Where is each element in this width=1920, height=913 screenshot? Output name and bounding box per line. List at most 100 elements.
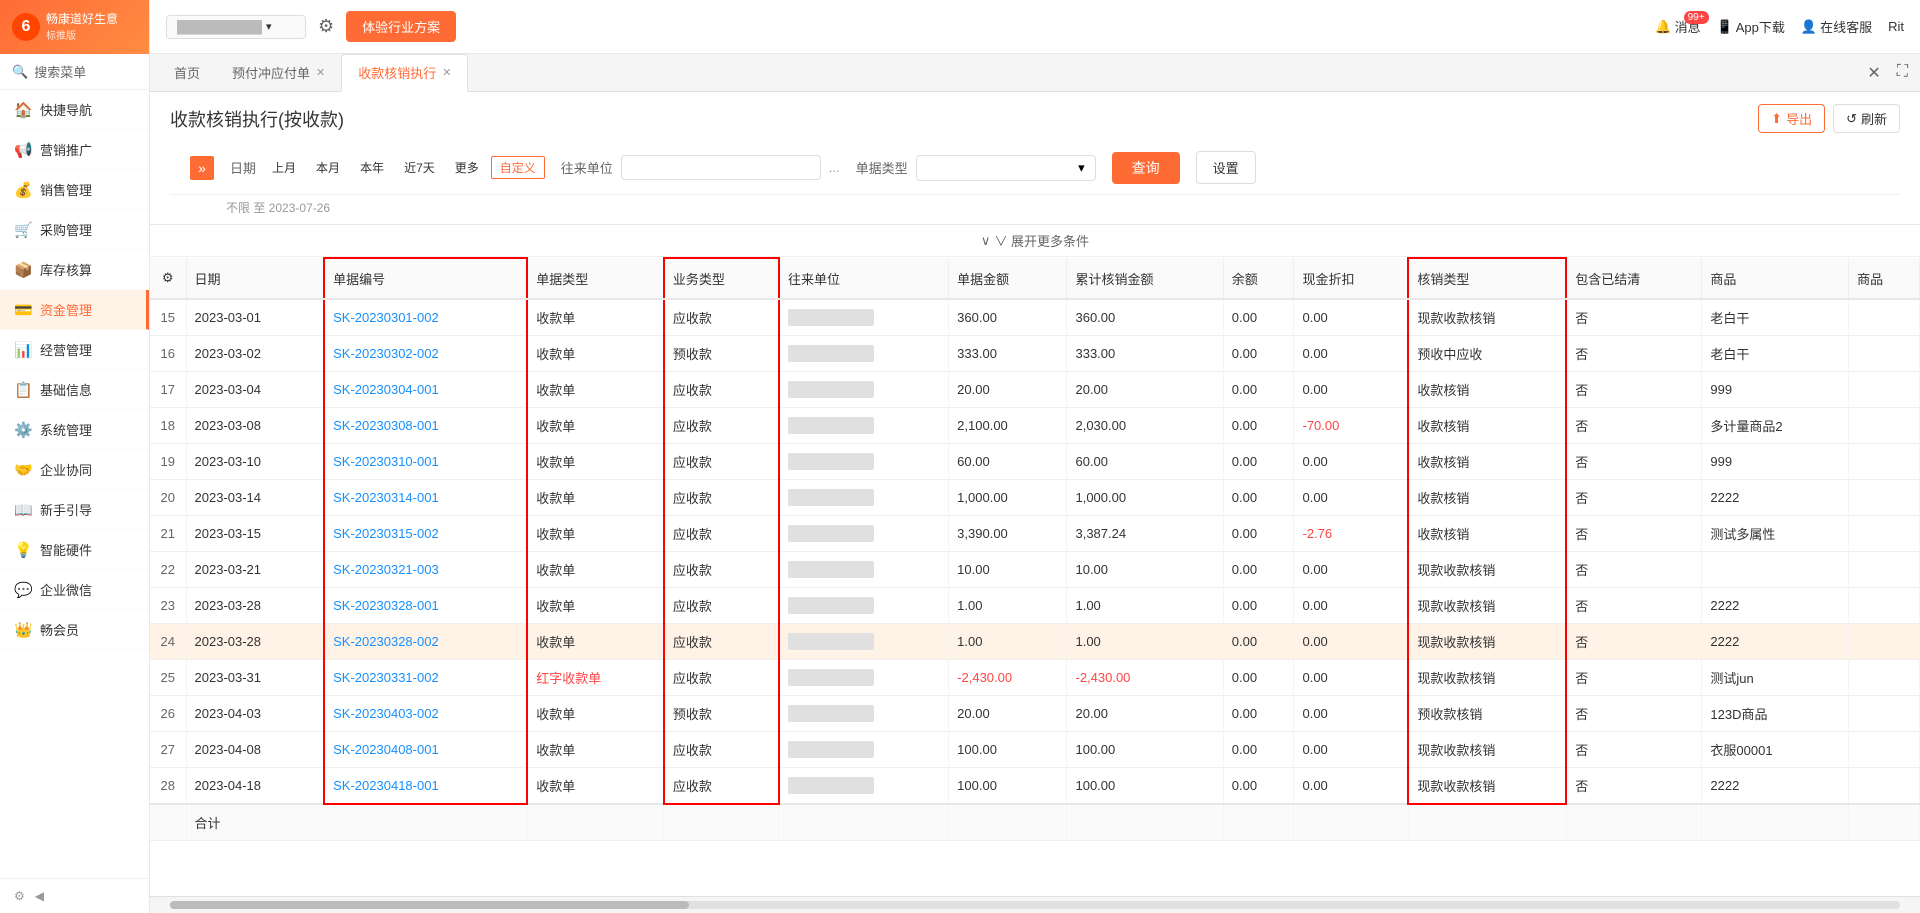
export-button[interactable]: ⬆ 导出: [1758, 104, 1825, 133]
voucher-no-link[interactable]: SK-20230301-002: [333, 310, 439, 325]
tabbar: 首页 预付冲应付单 ✕ 收款核销执行 ✕ ✕ ⛶: [150, 54, 1920, 92]
date-this-year[interactable]: 本年: [352, 157, 392, 178]
cell-product: 老白干: [1702, 299, 1849, 336]
sidebar-item-label: 经营管理: [40, 340, 92, 359]
table-row: 16 2023-03-02 SK-20230302-002 收款单 预收款 ██…: [150, 336, 1920, 372]
sidebar-item-wechat[interactable]: 💬 企业微信: [0, 570, 149, 610]
sidebar-item-basics[interactable]: 📋 基础信息: [0, 370, 149, 410]
cell-voucher-no: SK-20230302-002: [324, 336, 527, 372]
sidebar-item-system[interactable]: ⚙️ 系统管理: [0, 410, 149, 450]
sidebar-item-member[interactable]: 👑 畅会员: [0, 610, 149, 650]
cell-amount: 333.00: [949, 336, 1067, 372]
filter-toggle-button[interactable]: »: [190, 156, 214, 180]
sidebar-item-sales[interactable]: 💰 销售管理: [0, 170, 149, 210]
refresh-button[interactable]: ↺ 刷新: [1833, 104, 1900, 133]
main-area: ██████████ ▾ ⚙ 体验行业方案 🔔 消息 99+ 📱 App下载 👤…: [150, 0, 1920, 913]
industry-solution-button[interactable]: 体验行业方案: [346, 11, 456, 42]
expand-conditions-button[interactable]: ∨ ∨ 展开更多条件: [981, 231, 1089, 250]
voucher-no-link[interactable]: SK-20230310-001: [333, 454, 439, 469]
sidebar-nav: 🏠 快捷导航 📢 营销推广 💰 销售管理 🛒 采购管理 📦 库存核算 💳 资金管…: [0, 90, 149, 878]
cell-voucher-no: SK-20230314-001: [324, 480, 527, 516]
logo-icon: 6: [12, 13, 40, 41]
tab-home[interactable]: 首页: [158, 54, 216, 92]
query-button[interactable]: 查询: [1112, 152, 1180, 184]
cell-product: 老白干: [1702, 336, 1849, 372]
sidebar-item-finance[interactable]: 💳 资金管理: [0, 290, 149, 330]
partner-input[interactable]: [632, 160, 810, 175]
voucher-no-link[interactable]: SK-20230304-001: [333, 382, 439, 397]
cell-date: 2023-03-04: [186, 372, 324, 408]
voucher-no-link[interactable]: SK-20230331-002: [333, 670, 439, 685]
table-row: 28 2023-04-18 SK-20230418-001 收款单 应收款 ██…: [150, 768, 1920, 805]
collapse-icon[interactable]: ◀: [35, 889, 44, 903]
table-row: 27 2023-04-08 SK-20230408-001 收款单 应收款 ██…: [150, 732, 1920, 768]
date-7days[interactable]: 近7天: [396, 157, 443, 178]
cell-product: 2222: [1702, 768, 1849, 805]
messages-button[interactable]: 🔔 消息 99+: [1655, 17, 1700, 36]
voucher-no-link[interactable]: SK-20230408-001: [333, 742, 439, 757]
close-collection-tab-button[interactable]: ✕: [442, 66, 451, 79]
cell-product2: [1849, 372, 1920, 408]
online-service-button[interactable]: 👤 在线客服: [1801, 17, 1872, 36]
cell-amount: 1.00: [949, 624, 1067, 660]
cell-partner: ████████: [779, 696, 949, 732]
sidebar-item-purchase[interactable]: 🛒 采购管理: [0, 210, 149, 250]
date-last-month[interactable]: 上月: [264, 157, 304, 178]
phone-icon: 📱: [1717, 19, 1733, 35]
sidebar-item-guide[interactable]: 📖 新手引导: [0, 490, 149, 530]
voucher-no-link[interactable]: SK-20230302-002: [333, 346, 439, 361]
sidebar-item-enterprise[interactable]: 🤝 企业协同: [0, 450, 149, 490]
cell-amount: 10.00: [949, 552, 1067, 588]
voucher-type-select[interactable]: ▾: [916, 155, 1096, 181]
sidebar-item-operations[interactable]: 📊 经营管理: [0, 330, 149, 370]
cell-row-num: 22: [150, 552, 186, 588]
cell-row-num: 19: [150, 444, 186, 480]
expand-tab-button[interactable]: ⛶: [1893, 61, 1912, 85]
cell-date: 2023-03-02: [186, 336, 324, 372]
voucher-no-link[interactable]: SK-20230403-002: [333, 706, 439, 721]
footer-settled: [1566, 804, 1702, 841]
voucher-no-link[interactable]: SK-20230315-002: [333, 526, 439, 541]
th-biz-type: 业务类型: [664, 258, 779, 299]
topbar-dropdown[interactable]: ██████████ ▾: [166, 15, 306, 39]
page-title: 收款核销执行(按收款): [170, 106, 344, 132]
voucher-no-link[interactable]: SK-20230328-002: [333, 634, 439, 649]
cell-cum-write-off: 1.00: [1067, 588, 1223, 624]
cell-voucher-no: SK-20230315-002: [324, 516, 527, 552]
scroll-thumb: [170, 901, 689, 909]
date-more[interactable]: 更多: [447, 157, 487, 178]
sidebar-item-inventory[interactable]: 📦 库存核算: [0, 250, 149, 290]
partner-more-button[interactable]: ...: [829, 160, 840, 175]
voucher-no-link[interactable]: SK-20230308-001: [333, 418, 439, 433]
voucher-no-link[interactable]: SK-20230321-003: [333, 562, 439, 577]
settings-icon[interactable]: ⚙: [14, 889, 25, 903]
sidebar-item-hardware[interactable]: 💡 智能硬件: [0, 530, 149, 570]
app-download-button[interactable]: 📱 App下载: [1717, 17, 1785, 36]
cell-cum-write-off: 100.00: [1067, 768, 1223, 805]
sidebar-item-quick-nav[interactable]: 🏠 快捷导航: [0, 90, 149, 130]
settings-button[interactable]: 设置: [1196, 151, 1256, 184]
sidebar-search[interactable]: 🔍 搜索菜单: [0, 54, 149, 90]
voucher-no-link[interactable]: SK-20230328-001: [333, 598, 439, 613]
cell-product: 999: [1702, 444, 1849, 480]
sidebar-item-marketing[interactable]: 📢 营销推广: [0, 130, 149, 170]
refresh-icon: ↺: [1846, 111, 1857, 127]
close-prepay-tab-button[interactable]: ✕: [316, 66, 325, 79]
voucher-no-link[interactable]: SK-20230418-001: [333, 778, 439, 793]
chevron-down-icon: ▾: [266, 20, 272, 33]
cell-product: 测试jun: [1702, 660, 1849, 696]
th-cash-discount: 现金折扣: [1294, 258, 1408, 299]
tab-prepay-payable[interactable]: 预付冲应付单 ✕: [216, 54, 341, 92]
voucher-no-link[interactable]: SK-20230314-001: [333, 490, 439, 505]
cell-write-off-type: 现款收款核销: [1408, 624, 1566, 660]
cell-cash-discount: 0.00: [1294, 588, 1408, 624]
close-all-tabs-button[interactable]: ✕: [1863, 61, 1884, 85]
cell-write-off-type: 预收款核销: [1408, 696, 1566, 732]
cell-product: 2222: [1702, 480, 1849, 516]
scroll-track[interactable]: [170, 901, 1900, 909]
th-settings[interactable]: ⚙: [150, 258, 186, 299]
gear-icon[interactable]: ⚙: [318, 16, 334, 37]
date-this-month[interactable]: 本月: [308, 157, 348, 178]
date-custom-button[interactable]: 自定义: [491, 156, 545, 179]
tab-collection-exec[interactable]: 收款核销执行 ✕: [341, 54, 468, 92]
